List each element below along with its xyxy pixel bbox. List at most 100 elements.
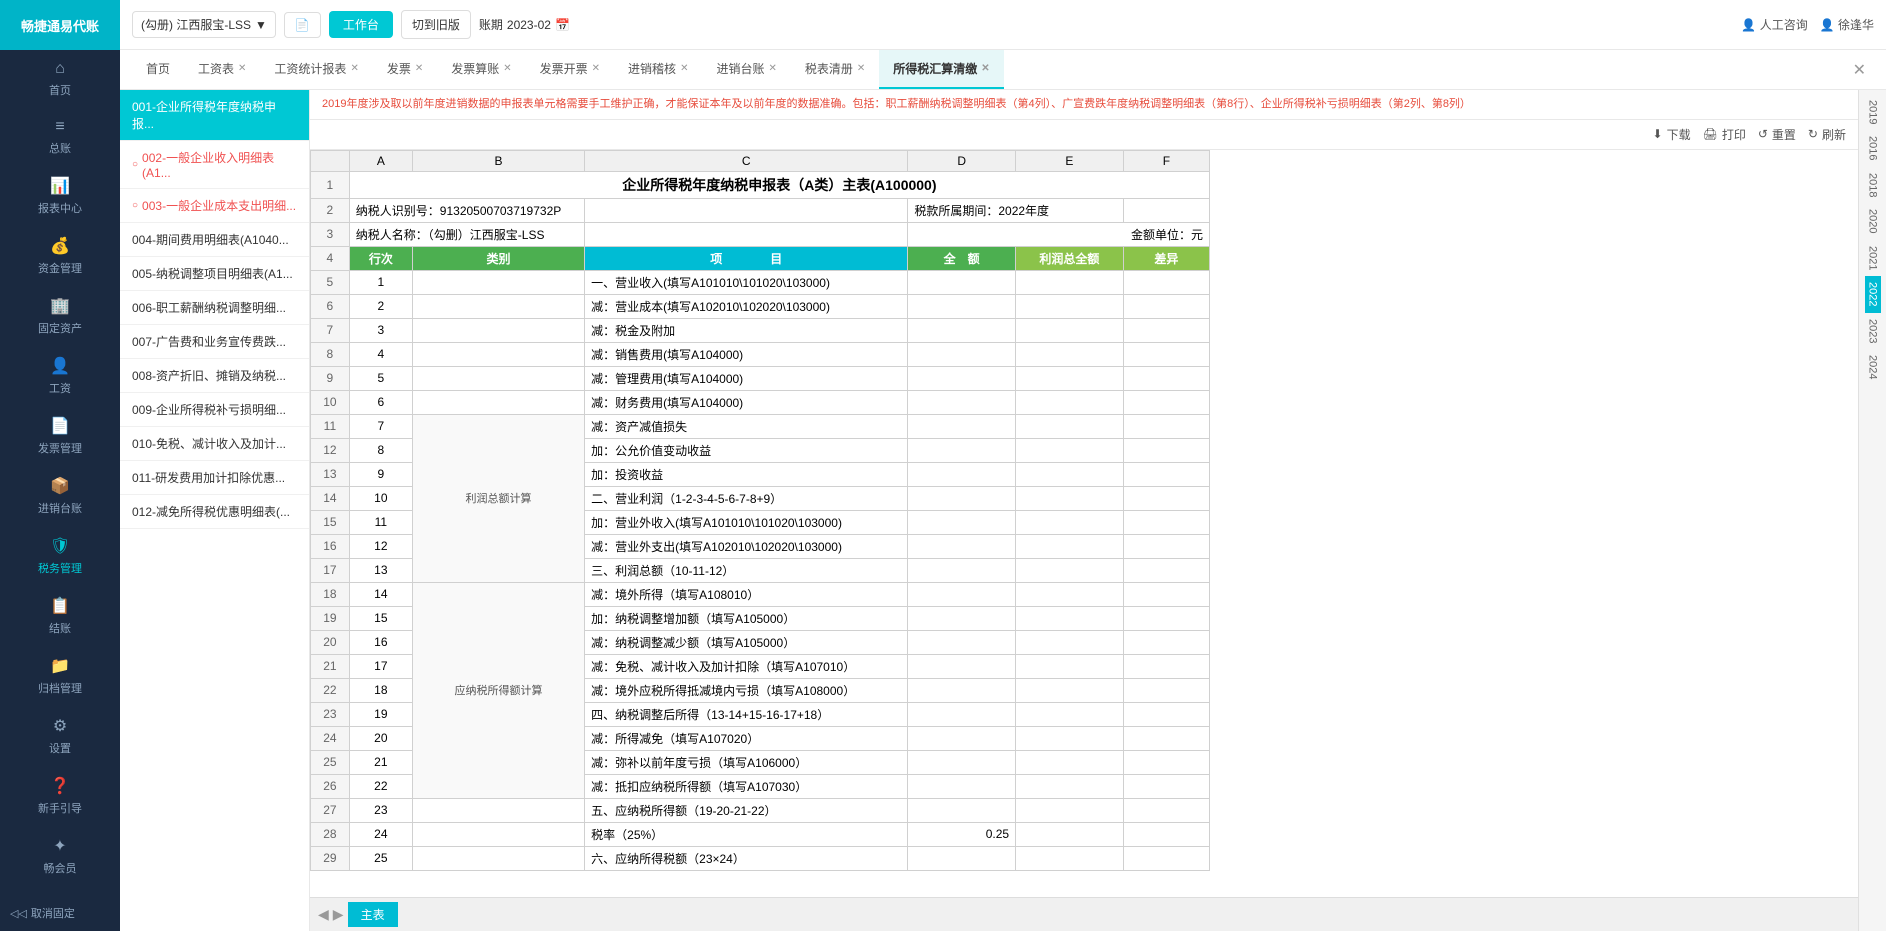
left-item-012[interactable]: 012-减免所得税优惠明细表(...	[120, 495, 309, 529]
cell-quane	[908, 414, 1016, 438]
print-btn[interactable]: 🖨 打印	[1703, 126, 1746, 143]
sidebar-item-purchase[interactable]: 📦 进销台账	[0, 466, 120, 526]
year-2016[interactable]: 2016	[1865, 130, 1881, 166]
sheet-next-btn[interactable]: ▶	[333, 902, 344, 927]
close-all-tabs[interactable]: ✕	[1845, 60, 1874, 80]
year-2019[interactable]: 2019	[1865, 94, 1881, 130]
sidebar-item-member[interactable]: ✦ 畅会员	[0, 826, 120, 886]
col-c-header: C	[585, 150, 908, 171]
sidebar-item-payroll[interactable]: 👤 工资	[0, 346, 120, 406]
cell-hang: 3	[349, 318, 412, 342]
tab-close-purchase-ledger[interactable]: ✕	[768, 63, 776, 74]
sidebar-unpin[interactable]: ◁◁ 取消固定	[0, 895, 120, 931]
cell-lrze	[1016, 294, 1124, 318]
year-2018[interactable]: 2018	[1865, 167, 1881, 203]
left-item-009[interactable]: 009-企业所得税补亏损明细...	[120, 393, 309, 427]
cell-hang: 9	[349, 462, 412, 486]
cell-chay	[1123, 414, 1209, 438]
company-selector[interactable]: (勾册) 江西服宝-LSS ▼	[132, 11, 276, 38]
year-2024[interactable]: 2024	[1865, 349, 1881, 385]
user-avatar[interactable]: 👤 徐逢华	[1820, 16, 1874, 33]
sidebar-item-home[interactable]: ⌂ 首页	[0, 50, 120, 108]
tab-close-tax-calc[interactable]: ✕	[981, 63, 989, 74]
content-area: 001-企业所得税年度纳税申报... 002-一般企业收入明细表(A1... 0…	[120, 90, 1886, 931]
tab-home[interactable]: 首页	[132, 50, 184, 89]
switch-btn[interactable]: 切到旧版	[401, 10, 471, 39]
tabbar: 首页 工资表 ✕ 工资统计报表 ✕ 发票 ✕ 发票算账 ✕ 发票开票 ✕ 进销稽…	[120, 50, 1886, 90]
tab-close-invoice-calc[interactable]: ✕	[503, 63, 511, 74]
sidebar-item-archive[interactable]: 📁 归档管理	[0, 646, 120, 706]
tab-invoice-calc[interactable]: 发票算账 ✕	[437, 50, 525, 89]
tab-close-invoice[interactable]: ✕	[415, 63, 423, 74]
sidebar-item-guide[interactable]: ❓ 新手引导	[0, 766, 120, 826]
tab-close-payroll-stats[interactable]: ✕	[350, 63, 358, 74]
year-2022[interactable]: 2022	[1865, 276, 1881, 312]
sidebar-item-tax[interactable]: 🛡 税务管理	[0, 526, 120, 586]
close-period-icon: 📋	[50, 596, 70, 616]
cell-lrze	[1016, 606, 1124, 630]
sidebar-item-ledger[interactable]: ≡ 总账	[0, 108, 120, 166]
cell-leibie	[412, 318, 584, 342]
sidebar-item-settings[interactable]: ⚙ 设置	[0, 706, 120, 766]
left-item-006[interactable]: 006-职工薪酬纳税调整明细...	[120, 291, 309, 325]
cell-chay	[1123, 798, 1209, 822]
cell-quane	[908, 486, 1016, 510]
left-item-008[interactable]: 008-资产折旧、摊销及纳税...	[120, 359, 309, 393]
taxpayer-id-label: 纳税人识别号：91320500703719732P	[349, 198, 584, 222]
cell-lrze	[1016, 270, 1124, 294]
calendar-icon[interactable]: 📅	[555, 18, 570, 32]
sidebar-item-assets[interactable]: 🏢 固定资产	[0, 286, 120, 346]
tab-invoice-open[interactable]: 发票开票 ✕	[526, 50, 614, 89]
left-item-010[interactable]: 010-免税、减计收入及加计...	[120, 427, 309, 461]
main-area: (勾册) 江西服宝-LSS ▼ 📄 工作台 切到旧版 账期 2023-02 📅 …	[120, 0, 1886, 931]
cell-leibie-merged: 利润总额计算	[412, 414, 584, 582]
left-item-001[interactable]: 001-企业所得税年度纳税申报...	[120, 90, 309, 141]
tab-invoice[interactable]: 发票 ✕	[373, 50, 437, 89]
cell-quane	[908, 294, 1016, 318]
left-item-002[interactable]: 002-一般企业收入明细表(A1...	[120, 141, 309, 189]
year-2023[interactable]: 2023	[1865, 313, 1881, 349]
cell-lrze	[1016, 822, 1124, 846]
tab-tax-schedule[interactable]: 税表清册 ✕	[791, 50, 879, 89]
tab-payroll[interactable]: 工资表 ✕	[184, 50, 260, 89]
cell-leibie	[412, 846, 584, 870]
row-num: 29	[311, 846, 350, 870]
doc-btn[interactable]: 📄	[284, 12, 321, 38]
tab-close-payroll[interactable]: ✕	[238, 63, 246, 74]
tab-purchase-check[interactable]: 进销稽核 ✕	[614, 50, 702, 89]
reset-btn[interactable]: ↺ 重置	[1758, 126, 1796, 143]
row-num: 24	[311, 726, 350, 750]
bottom-tab-main[interactable]: 主表	[348, 902, 398, 927]
cell-lrze	[1016, 702, 1124, 726]
guide-icon: ❓	[50, 776, 70, 796]
sidebar-item-funds[interactable]: 💰 资金管理	[0, 226, 120, 286]
tab-payroll-stats[interactable]: 工资统计报表 ✕	[260, 50, 372, 89]
assets-icon: 🏢	[50, 296, 70, 316]
cell-quane	[908, 750, 1016, 774]
sidebar-item-close[interactable]: 📋 结账	[0, 586, 120, 646]
cell-chay	[1123, 534, 1209, 558]
refresh-btn[interactable]: ↻ 刷新	[1808, 126, 1846, 143]
tab-close-invoice-open[interactable]: ✕	[592, 63, 600, 74]
tab-close-purchase-check[interactable]: ✕	[680, 63, 688, 74]
download-btn[interactable]: ⬇ 下载	[1653, 126, 1691, 143]
tab-purchase-ledger[interactable]: 进销台账 ✕	[702, 50, 790, 89]
tab-tax-calc[interactable]: 所得税汇算清缴 ✕	[879, 50, 1003, 89]
year-2021[interactable]: 2021	[1865, 240, 1881, 276]
cell-hang: 19	[349, 702, 412, 726]
left-item-011[interactable]: 011-研发费用加计扣除优惠...	[120, 461, 309, 495]
left-item-003[interactable]: 003-一般企业成本支出明细...	[120, 189, 309, 223]
cell-leibie	[412, 822, 584, 846]
left-item-004[interactable]: 004-期间费用明细表(A1040...	[120, 223, 309, 257]
service-btn[interactable]: 👤 人工咨询	[1741, 16, 1807, 33]
tab-close-tax-schedule[interactable]: ✕	[857, 63, 865, 74]
left-item-005[interactable]: 005-纳税调整项目明细表(A1...	[120, 257, 309, 291]
year-2020[interactable]: 2020	[1865, 203, 1881, 239]
spreadsheet-area: A B C D E F 1 企业所得税年度纳税申报表（A类）主表(A100000…	[310, 150, 1858, 898]
sheet-prev-btn[interactable]: ◀	[318, 902, 329, 927]
sidebar-item-invoices[interactable]: 📄 发票管理	[0, 406, 120, 466]
sidebar-item-reports[interactable]: 📊 报表中心	[0, 166, 120, 226]
left-item-007[interactable]: 007-广告费和业务宣传费跌...	[120, 325, 309, 359]
cell-chay	[1123, 462, 1209, 486]
workspace-btn[interactable]: 工作台	[329, 11, 393, 38]
